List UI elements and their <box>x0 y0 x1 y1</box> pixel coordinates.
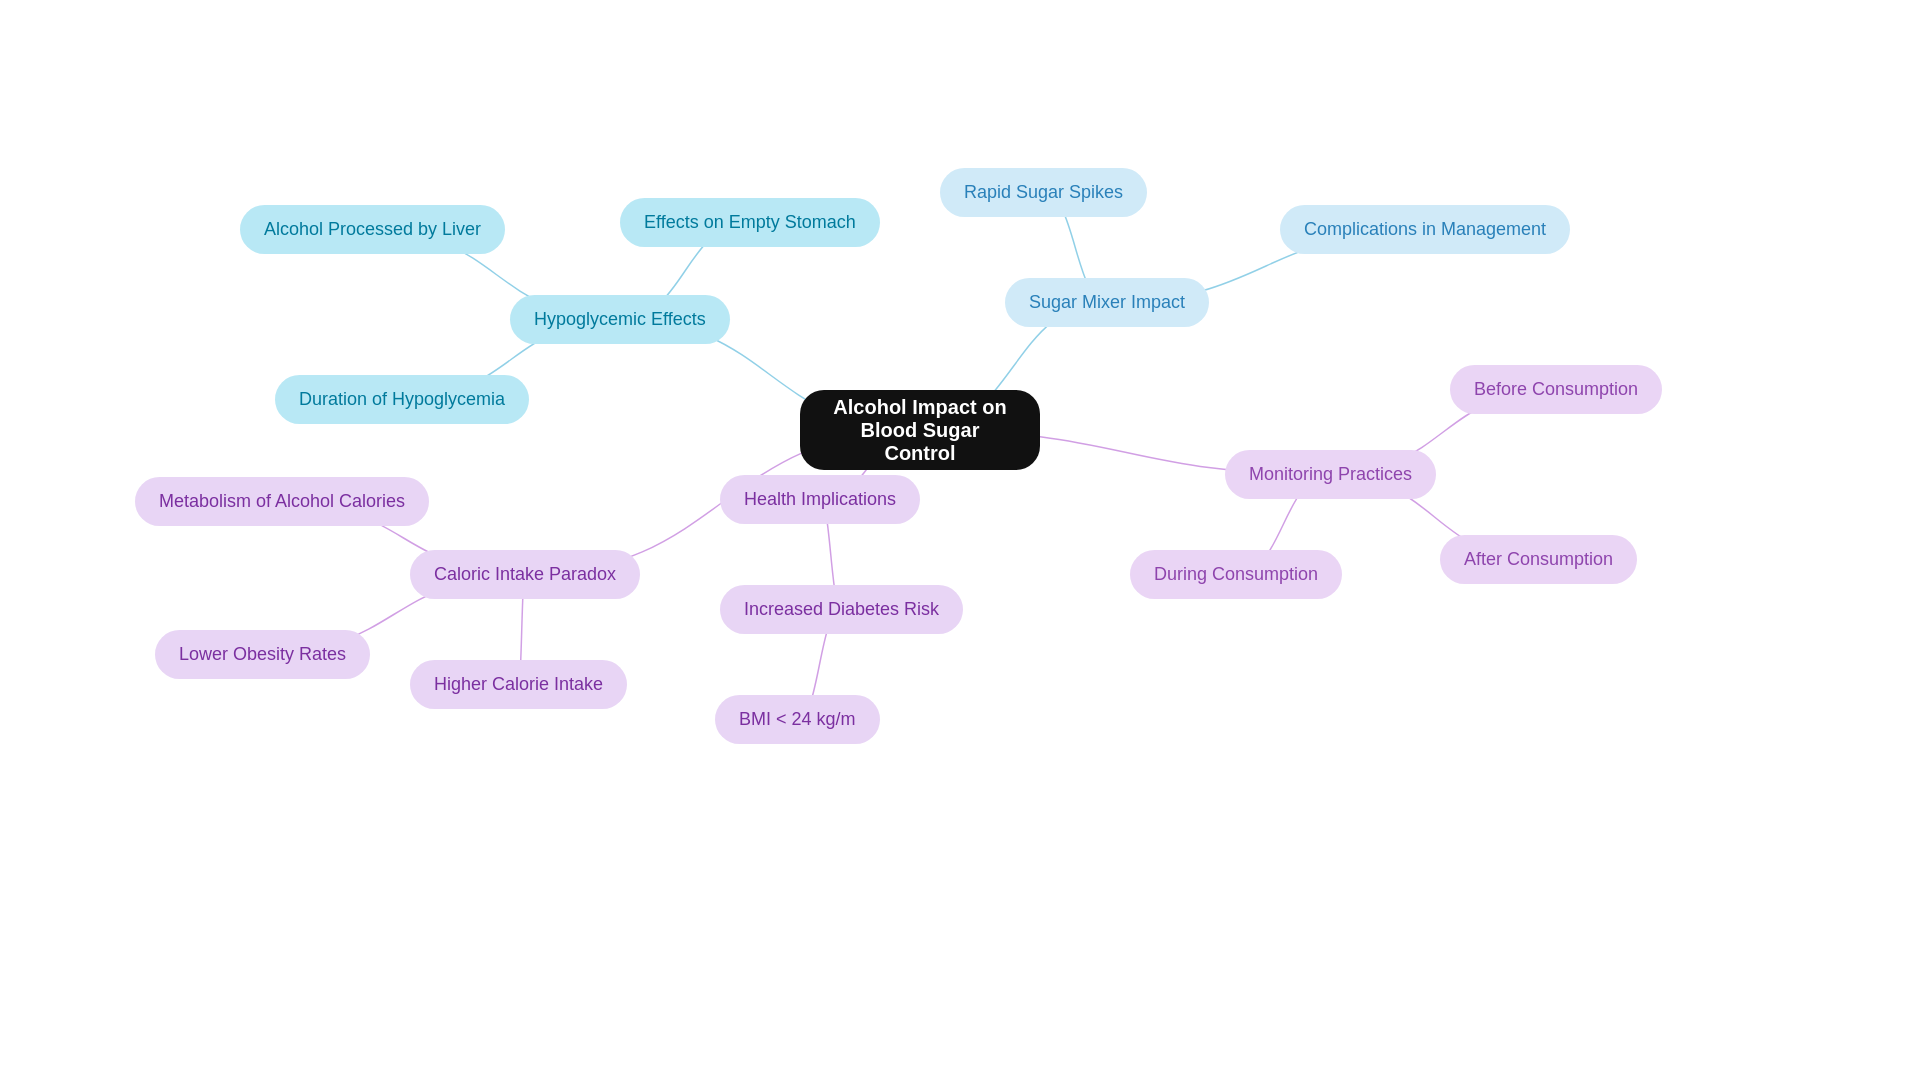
node-sugar-mixer: Sugar Mixer Impact <box>1005 278 1209 327</box>
node-metabolism: Metabolism of Alcohol Calories <box>135 477 429 526</box>
node-monitoring: Monitoring Practices <box>1225 450 1436 499</box>
node-rapid-sugar: Rapid Sugar Spikes <box>940 168 1147 217</box>
node-during: During Consumption <box>1130 550 1342 599</box>
node-after: After Consumption <box>1440 535 1637 584</box>
node-higher-calorie: Higher Calorie Intake <box>410 660 627 709</box>
node-complications: Complications in Management <box>1280 205 1570 254</box>
node-bmi: BMI < 24 kg/m <box>715 695 880 744</box>
connection-lines <box>0 0 1920 1083</box>
node-caloric-paradox: Caloric Intake Paradox <box>410 550 640 599</box>
node-hypoglycemic: Hypoglycemic Effects <box>510 295 730 344</box>
node-duration: Duration of Hypoglycemia <box>275 375 529 424</box>
mind-map: Alcohol Impact on Blood Sugar Control Hyp… <box>0 0 1920 1083</box>
node-diabetes-risk: Increased Diabetes Risk <box>720 585 963 634</box>
node-health: Health Implications <box>720 475 920 524</box>
node-empty-stomach: Effects on Empty Stomach <box>620 198 880 247</box>
node-lower-obesity: Lower Obesity Rates <box>155 630 370 679</box>
node-before: Before Consumption <box>1450 365 1662 414</box>
node-alcohol-liver: Alcohol Processed by Liver <box>240 205 505 254</box>
center-node: Alcohol Impact on Blood Sugar Control <box>800 390 1040 470</box>
